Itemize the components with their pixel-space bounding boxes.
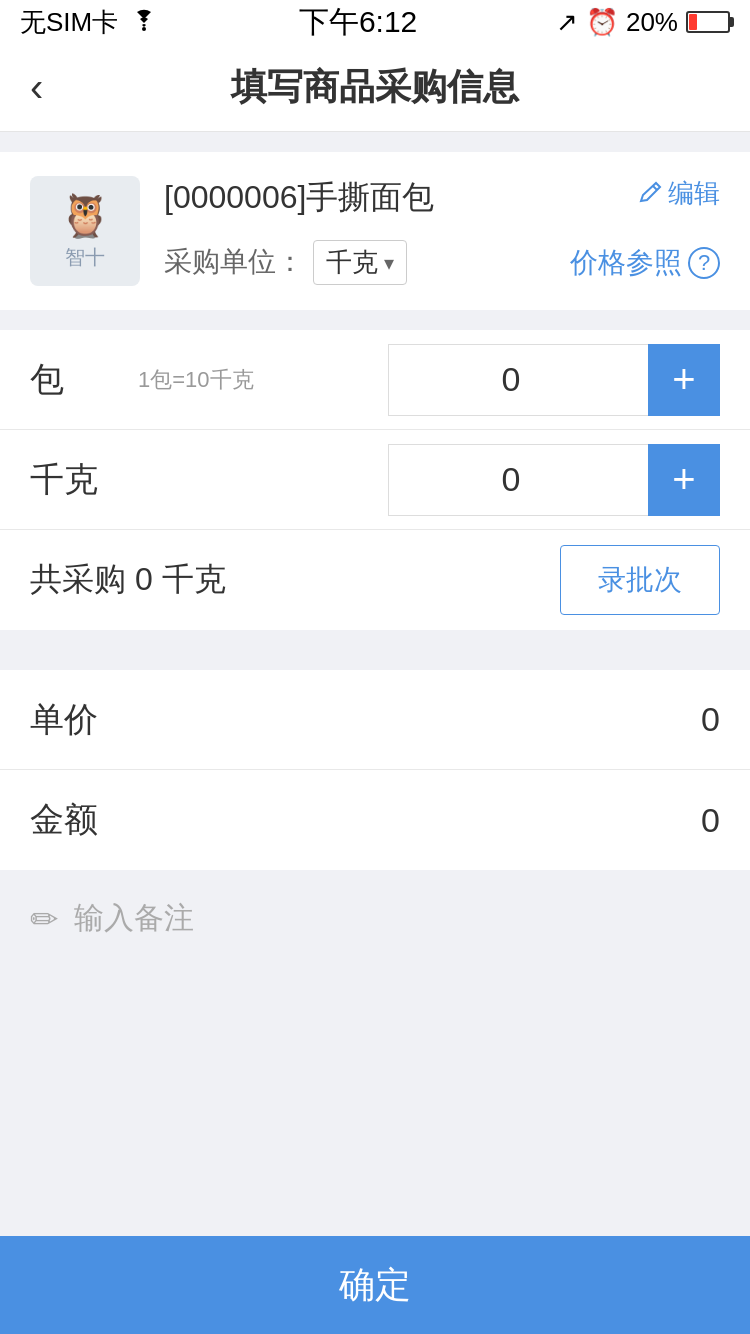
svg-line-1 — [653, 186, 657, 190]
package-label: 包 — [30, 357, 130, 403]
remark-input-row: ✏ 输入备注 — [30, 898, 720, 939]
product-thumb-text: 智十 — [65, 244, 105, 271]
divider-2 — [0, 630, 750, 650]
gps-icon: ↗ — [556, 7, 578, 38]
product-header: [0000006]手撕面包 编辑 — [164, 176, 720, 220]
status-left: 无SIM卡 — [20, 5, 160, 40]
unit-price-row: 单价 0 — [0, 670, 750, 770]
pencil-icon: ✏ — [30, 899, 58, 939]
svg-point-0 — [142, 27, 146, 31]
package-sublabel: 1包=10千克 — [138, 365, 388, 395]
wifi-icon — [128, 7, 160, 38]
unit-price-label: 单价 — [30, 697, 98, 743]
status-bar: 无SIM卡 下午6:12 ↗ ⏰ 20% — [0, 0, 750, 44]
package-row: 包 1包=10千克 + — [0, 330, 750, 430]
battery-percent: 20% — [626, 7, 678, 38]
amount-label: 金额 — [30, 797, 98, 843]
price-ref-button[interactable]: 价格参照 ? — [570, 244, 720, 282]
product-name: [0000006]手撕面包 — [164, 176, 434, 220]
unit-select[interactable]: 千克 ▾ — [313, 240, 407, 285]
product-card: 🦉 智十 [0000006]手撕面包 编辑 采购单位： 千克 — [0, 152, 750, 310]
package-input-group: + — [388, 344, 720, 416]
unit-label-row: 采购单位： 千克 ▾ — [164, 240, 407, 285]
spacer — [0, 970, 750, 1270]
product-unit-row: 采购单位： 千克 ▾ 价格参照 ? — [164, 240, 720, 285]
summary-row: 共采购 0 千克 录批次 — [0, 530, 750, 630]
kilogram-plus-button[interactable]: + — [648, 444, 720, 516]
product-info: [0000006]手撕面包 编辑 采购单位： 千克 ▾ — [164, 176, 720, 285]
status-time: 下午6:12 — [299, 2, 417, 43]
info-section: 单价 0 金额 0 — [0, 670, 750, 870]
price-ref-label: 价格参照 — [570, 244, 682, 282]
confirm-button[interactable]: 确定 — [0, 1236, 750, 1334]
amount-value: 0 — [701, 801, 720, 840]
alarm-icon: ⏰ — [586, 7, 618, 38]
input-section: 包 1包=10千克 + 千克 + 共采购 0 千克 — [0, 330, 750, 630]
page-title: 填写商品采购信息 — [231, 63, 519, 112]
package-plus-button[interactable]: + — [648, 344, 720, 416]
kilogram-label: 千克 — [30, 457, 130, 503]
remark-placeholder: 输入备注 — [74, 898, 194, 939]
kilogram-row: 千克 + — [0, 430, 750, 530]
summary-text: 共采购 0 千克 — [30, 558, 226, 602]
unit-value: 千克 — [326, 245, 378, 280]
package-input[interactable] — [388, 344, 648, 416]
unit-price-value: 0 — [701, 700, 720, 739]
product-thumb-icon: 🦉 — [59, 191, 111, 240]
dropdown-arrow-icon: ▾ — [384, 251, 394, 275]
divider-1 — [0, 310, 750, 330]
unit-label: 采购单位： — [164, 246, 304, 277]
batch-button[interactable]: 录批次 — [560, 545, 720, 615]
amount-row: 金额 0 — [0, 770, 750, 870]
edit-button[interactable]: 编辑 — [638, 176, 720, 211]
kilogram-input[interactable] — [388, 444, 648, 516]
product-thumbnail: 🦉 智十 — [30, 176, 140, 286]
remark-section[interactable]: ✏ 输入备注 — [0, 870, 750, 970]
back-button[interactable]: ‹ — [30, 65, 43, 110]
help-icon: ? — [688, 247, 720, 279]
carrier-label: 无SIM卡 — [20, 5, 118, 40]
kilogram-input-group: + — [388, 444, 720, 516]
status-right: ↗ ⏰ 20% — [556, 7, 730, 38]
nav-bar: ‹ 填写商品采购信息 — [0, 44, 750, 132]
battery-icon — [686, 11, 730, 33]
